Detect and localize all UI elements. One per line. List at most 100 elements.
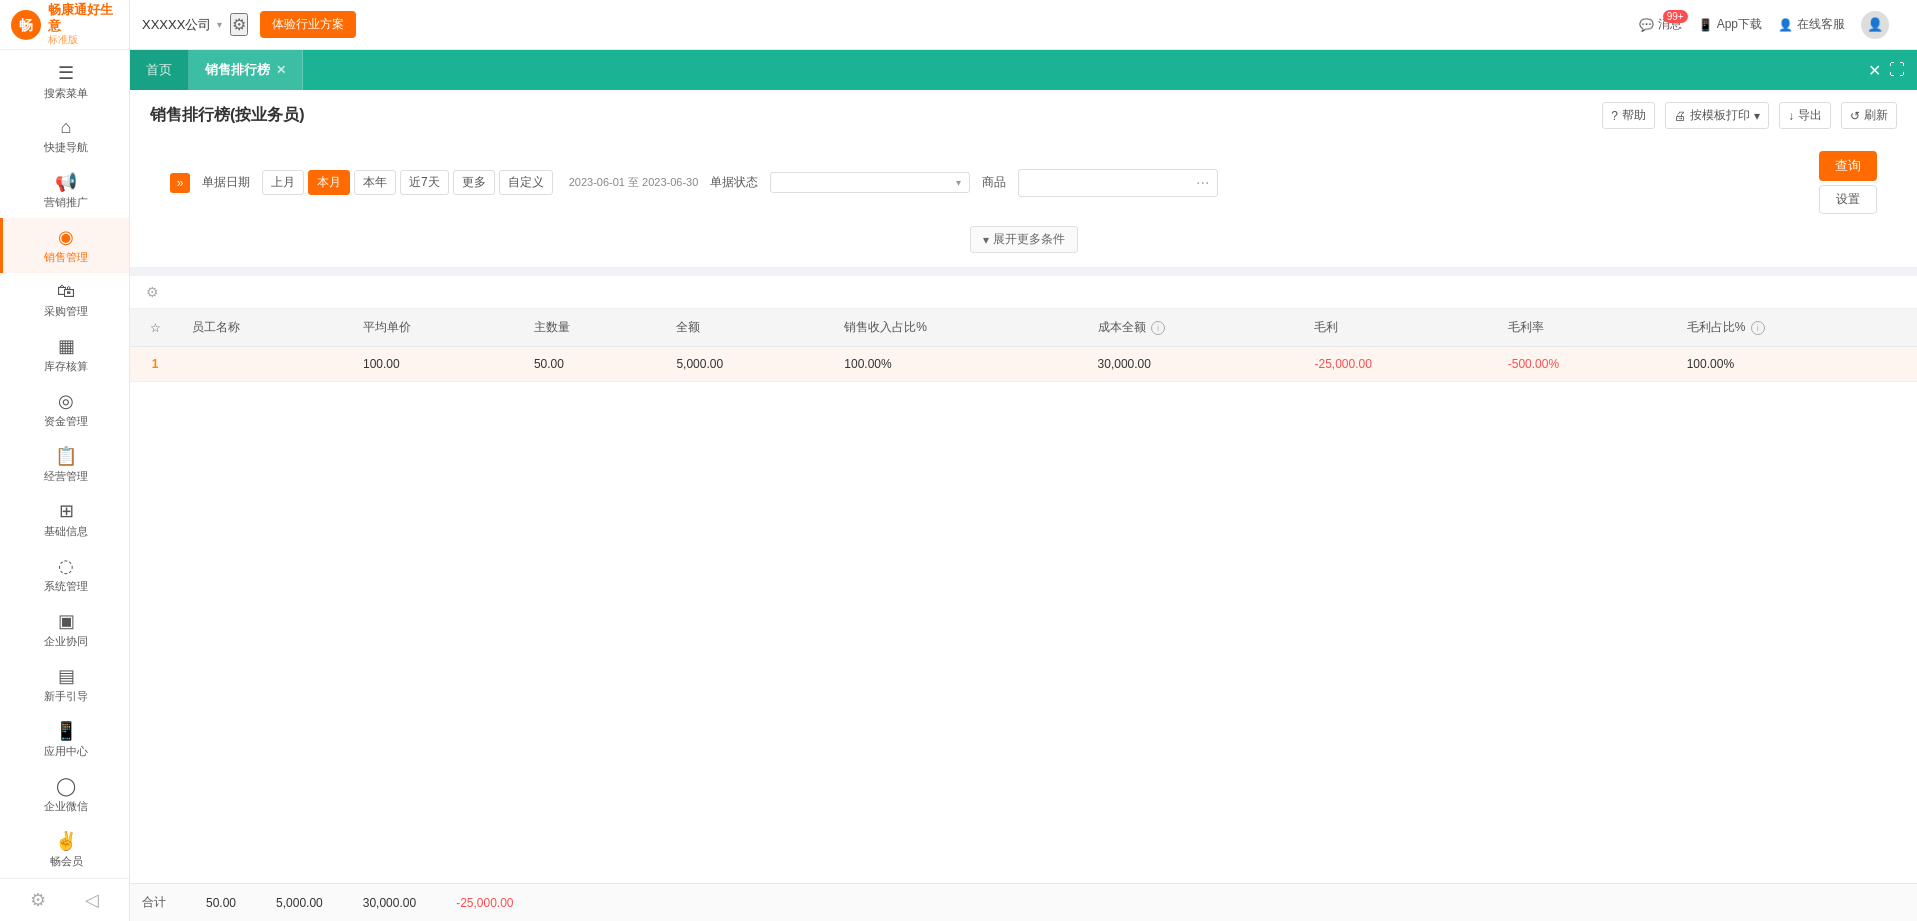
sidebar-item-membership[interactable]: ✌ 畅会员: [0, 822, 129, 877]
settings-btn[interactable]: 设置: [1819, 185, 1877, 214]
sidebar-item-purchase-mgmt[interactable]: 🛍 采购管理: [0, 273, 129, 327]
expand-label: 展开更多条件: [993, 231, 1065, 248]
goods-input[interactable]: ···: [1018, 169, 1218, 197]
sidebar-item-sales-mgmt[interactable]: ◉ 销售管理: [0, 218, 129, 273]
gross-ratio-info-icon[interactable]: i: [1751, 321, 1765, 335]
tab-home[interactable]: 首页: [130, 50, 189, 90]
tab-bar-close-btn[interactable]: ✕: [1868, 61, 1881, 80]
col-avg-price: 平均单价: [351, 309, 522, 347]
footer-cost-amount: 30,000.00: [363, 896, 416, 910]
page-header: 销售排行榜(按业务员) ? 帮助 🖨 按模板打印 ▾ ↓: [130, 90, 1917, 268]
expand-icon: ▾: [983, 233, 989, 247]
sales-rank-table: ☆ 员工名称 平均单价 主数量 全额 销售收入占比% 成本全额 i: [130, 309, 1917, 382]
service-label: 在线客服: [1797, 16, 1845, 33]
basic-info-icon: ⊞: [59, 500, 74, 522]
page-content: 销售排行榜(按业务员) ? 帮助 🖨 按模板打印 ▾ ↓: [130, 90, 1917, 921]
message-icon: 💬: [1639, 18, 1654, 32]
tab-bar-expand-btn[interactable]: ⛶: [1889, 61, 1905, 79]
header-settings-btn[interactable]: ⚙: [230, 13, 248, 36]
membership-icon: ✌: [55, 830, 77, 852]
date-label: 单据日期: [202, 174, 250, 191]
sidebar-item-sys-mgmt[interactable]: ◌ 系统管理: [0, 547, 129, 602]
col-cost-amount: 成本全额 i: [1086, 309, 1303, 347]
sidebar-item-finance[interactable]: ◎ 资金管理: [0, 382, 129, 437]
table-scroll[interactable]: ☆ 员工名称 平均单价 主数量 全额 销售收入占比% 成本全额 i: [130, 309, 1917, 883]
svg-text:畅: 畅: [19, 17, 33, 33]
avatar[interactable]: 👤: [1861, 11, 1889, 39]
col-name: 员工名称: [180, 309, 351, 347]
footer-label: 合计: [142, 894, 166, 911]
message-badge: 99+: [1663, 10, 1688, 23]
page-title: 销售排行榜(按业务员): [150, 105, 305, 126]
date-btn-7days[interactable]: 近7天: [400, 170, 449, 195]
refresh-icon: ↺: [1850, 109, 1860, 123]
refresh-btn[interactable]: ↺ 刷新: [1841, 102, 1897, 129]
date-btn-more[interactable]: 更多: [453, 170, 495, 195]
trial-btn[interactable]: 体验行业方案: [260, 11, 356, 38]
sidebar-item-enterprise-wechat[interactable]: ◯ 企业微信: [0, 767, 129, 822]
cell-avg-price: 100.00: [351, 347, 522, 382]
search-orders-icon: ☰: [58, 62, 74, 84]
table-area: ⚙ ☆ 员工名称 平均单价 主数量 全额: [130, 276, 1917, 921]
date-btn-last-month[interactable]: 上月: [262, 170, 304, 195]
table-row: 1 100.00 50.00 5,000.00 100.00% 30,000.0…: [130, 347, 1917, 382]
tab-sales-rank[interactable]: 销售排行榜 ✕: [189, 50, 303, 90]
export-btn[interactable]: ↓ 导出: [1779, 102, 1831, 129]
print-btn[interactable]: 🖨 按模板打印 ▾: [1665, 102, 1769, 129]
help-icon: ?: [1611, 109, 1618, 123]
sidebar-settings-btn[interactable]: ⚙: [30, 889, 46, 911]
date-btn-this-month[interactable]: 本月: [308, 170, 350, 195]
help-btn[interactable]: ? 帮助: [1602, 102, 1655, 129]
sidebar-item-enterprise-coop[interactable]: ▣ 企业协同: [0, 602, 129, 657]
enterprise-icon: ▣: [58, 610, 75, 632]
app-download-label: App下载: [1717, 16, 1762, 33]
sidebar-collapse-btn[interactable]: ◁: [85, 889, 99, 911]
main-area: XXXXX公司 ▾ ⚙ 体验行业方案 💬 消息 99+ 📱 App下载 👤 在线…: [130, 0, 1917, 921]
app-download-btn[interactable]: 📱 App下载: [1698, 16, 1762, 33]
inventory-icon: ▦: [58, 335, 75, 357]
table-header-row: ☆ 员工名称 平均单价 主数量 全额 销售收入占比% 成本全额 i: [130, 309, 1917, 347]
wechat-icon: ◯: [56, 775, 76, 797]
goods-input-more-btn[interactable]: ···: [1196, 174, 1209, 192]
status-select[interactable]: ▾: [770, 172, 970, 193]
query-btn[interactable]: 查询: [1819, 151, 1877, 181]
logo-subtitle: 标准版: [48, 33, 119, 47]
expand-filter-icon[interactable]: »: [170, 173, 190, 193]
sidebar-nav: ☰ 搜索菜单 ⌂ 快捷导航 📢 营销推广 ◉ 销售管理 🛍 采购管理 ▦ 库存核…: [0, 50, 129, 878]
footer-gross-profit: -25,000.00: [456, 896, 513, 910]
service-icon: 👤: [1778, 18, 1793, 32]
operations-icon: 📋: [55, 445, 77, 467]
sidebar-item-operations[interactable]: 📋 经营管理: [0, 437, 129, 492]
tab-close-icon[interactable]: ✕: [276, 63, 286, 77]
expand-conditions-btn[interactable]: ▾ 展开更多条件: [970, 226, 1078, 253]
sidebar-item-beginner[interactable]: ▤ 新手引导: [0, 657, 129, 712]
cell-gross-profit: -25,000.00: [1302, 347, 1495, 382]
app-download-icon: 📱: [1698, 18, 1713, 32]
message-btn[interactable]: 💬 消息 99+: [1639, 16, 1682, 33]
cell-main-qty: 50.00: [522, 347, 664, 382]
sidebar-item-marketing[interactable]: 📢 营销推广: [0, 163, 129, 218]
company-selector[interactable]: XXXXX公司 ▾: [142, 16, 222, 34]
date-btn-this-year[interactable]: 本年: [354, 170, 396, 195]
date-btn-group: 上月 本月 本年 近7天 更多 自定义: [262, 170, 553, 195]
sidebar-item-search-orders[interactable]: ☰ 搜索菜单: [0, 54, 129, 109]
footer-amount: 5,000.00: [276, 896, 323, 910]
print-dropdown-icon: ▾: [1754, 109, 1760, 123]
sidebar-item-basic-info[interactable]: ⊞ 基础信息: [0, 492, 129, 547]
filter-row-1: » 单据日期 上月 本月 本年 近7天 更多 自定义 2023-06-01 至 …: [170, 151, 1877, 214]
col-amount: 全额: [664, 309, 832, 347]
sidebar-item-app-center[interactable]: 📱 应用中心: [0, 712, 129, 767]
online-service-btn[interactable]: 👤 在线客服: [1778, 16, 1845, 33]
date-btn-custom[interactable]: 自定义: [499, 170, 553, 195]
table-settings-icon[interactable]: ⚙: [146, 284, 159, 300]
page-actions: ? 帮助 🖨 按模板打印 ▾ ↓ 导出 ↺: [1602, 102, 1897, 129]
sidebar-item-quick-nav[interactable]: ⌂ 快捷导航: [0, 109, 129, 163]
home-icon: ⌂: [61, 117, 72, 138]
sidebar-bottom: ⚙ ◁: [0, 878, 129, 921]
sidebar-item-inventory[interactable]: ▦ 库存核算: [0, 327, 129, 382]
logo-icon: 畅: [10, 9, 42, 41]
col-rank: ☆: [130, 309, 180, 347]
top-header: XXXXX公司 ▾ ⚙ 体验行业方案 💬 消息 99+ 📱 App下载 👤 在线…: [130, 0, 1917, 50]
cost-amount-info-icon[interactable]: i: [1151, 321, 1165, 335]
sys-icon: ◌: [58, 555, 74, 577]
